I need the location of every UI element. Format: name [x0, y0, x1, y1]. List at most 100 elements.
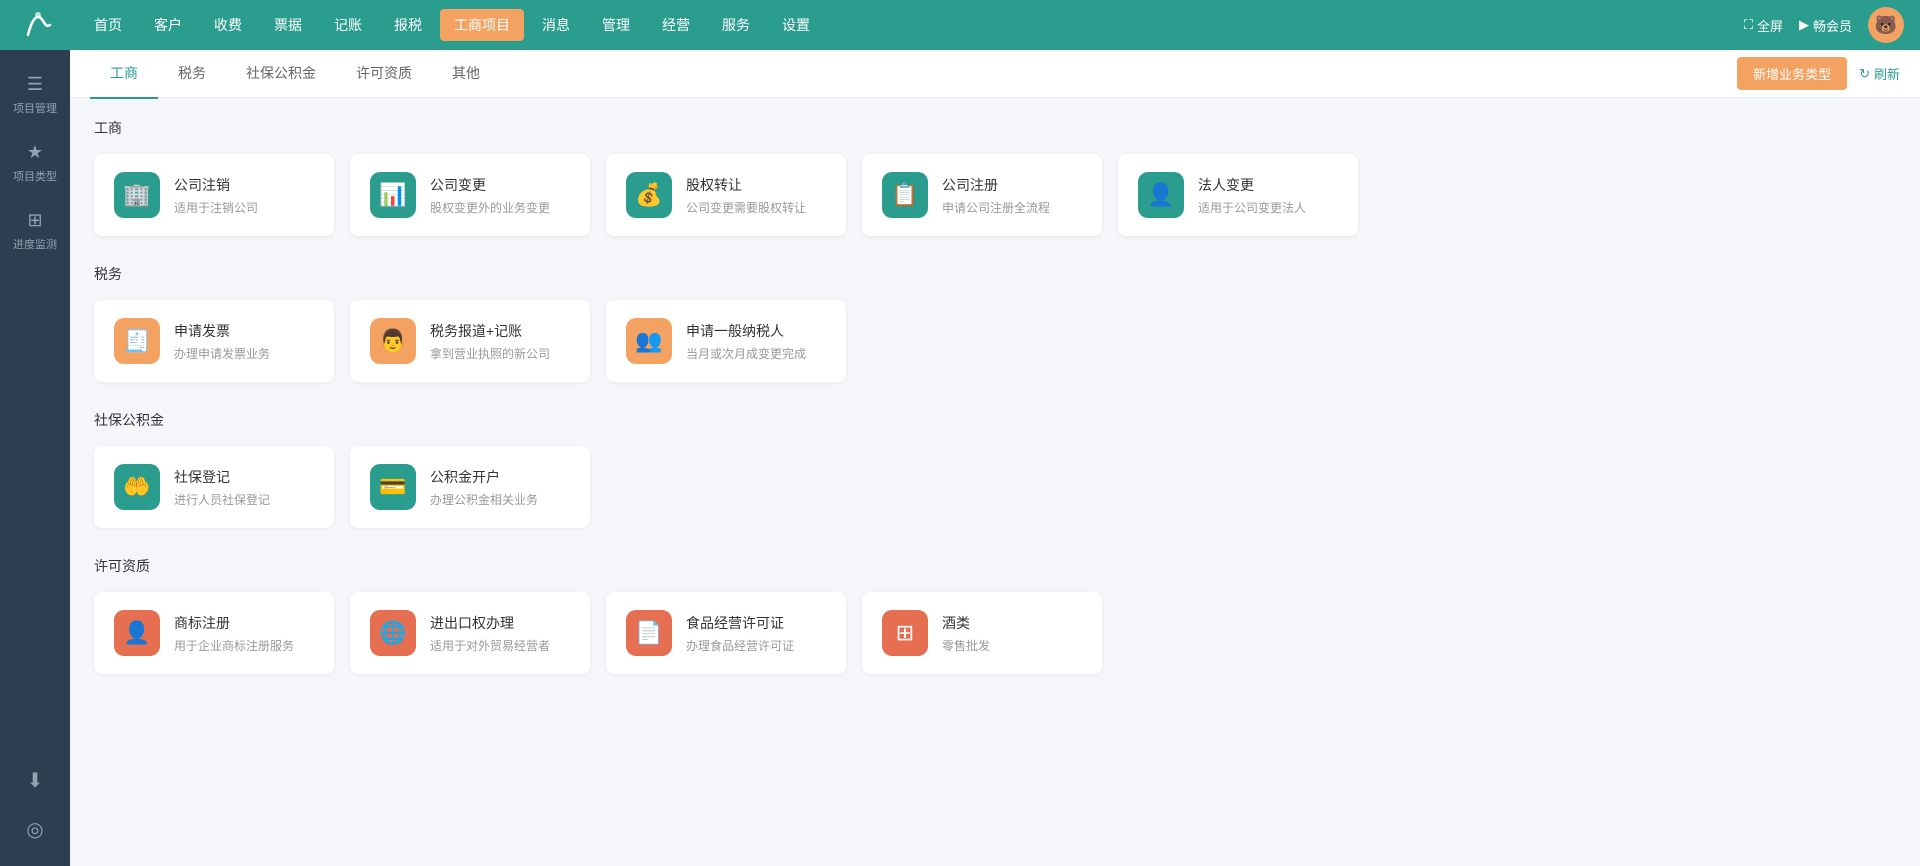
card-title: 社保登记: [174, 467, 270, 487]
section-社保公积金: 社保公积金 🤲 社保登记 进行人员社保登记 💳 公积金开户 办理公积金相关业务: [94, 410, 1896, 528]
nav-item-报税[interactable]: 报税: [380, 9, 436, 41]
card-desc: 办理申请发票业务: [174, 345, 270, 362]
section-title: 税务: [94, 264, 1896, 284]
section-title: 工商: [94, 118, 1896, 138]
business-card-税务报道+记账[interactable]: 👨 税务报道+记账 拿到营业执照的新公司: [350, 300, 590, 382]
card-text: 酒类 零售批发: [942, 613, 990, 654]
card-title: 申请一般纳税人: [686, 321, 806, 341]
nav-item-收费[interactable]: 收费: [200, 9, 256, 41]
card-text: 商标注册 用于企业商标注册服务: [174, 613, 294, 654]
sidebar-item-进度监测[interactable]: ⊞进度监测: [13, 196, 57, 264]
business-card-进出口权办理[interactable]: 🌐 进出口权办理 适用于对外贸易经营者: [350, 592, 590, 674]
nav-item-服务[interactable]: 服务: [708, 9, 764, 41]
card-text: 公积金开户 办理公积金相关业务: [430, 467, 538, 508]
vip-button[interactable]: ▶ 畅会员: [1799, 16, 1852, 35]
card-title: 公司注销: [174, 175, 258, 195]
nav-item-记账[interactable]: 记账: [320, 9, 376, 41]
sidebar-icon: ⊞: [23, 208, 47, 232]
card-icon: ⊞: [882, 610, 928, 656]
business-card-社保登记[interactable]: 🤲 社保登记 进行人员社保登记: [94, 446, 334, 528]
sidebar-menu: ☰项目管理★项目类型⊞进度监测: [13, 60, 57, 264]
add-business-type-button[interactable]: 新增业务类型: [1737, 57, 1847, 90]
tab-工商[interactable]: 工商: [90, 50, 158, 99]
section-title: 许可资质: [94, 556, 1896, 576]
card-text: 公司注册 申请公司注册全流程: [942, 175, 1050, 216]
sidebar-item-项目类型[interactable]: ★项目类型: [13, 128, 57, 196]
card-title: 公司注册: [942, 175, 1050, 195]
card-desc: 申请公司注册全流程: [942, 199, 1050, 216]
scroll-content[interactable]: 工商 🏢 公司注销 适用于注销公司 📊 公司变更 股权变更外的业务变更 💰 股权…: [70, 98, 1920, 866]
card-desc: 股权变更外的业务变更: [430, 199, 550, 216]
business-card-公积金开户[interactable]: 💳 公积金开户 办理公积金相关业务: [350, 446, 590, 528]
nav-item-管理[interactable]: 管理: [588, 9, 644, 41]
card-text: 社保登记 进行人员社保登记: [174, 467, 270, 508]
main-layout: ☰项目管理★项目类型⊞进度监测 ⬇ ◎ 工商税务社保公积金许可资质其他 新增业务…: [0, 50, 1920, 866]
fullscreen-label: 全屏: [1757, 16, 1783, 35]
card-desc: 适用于注销公司: [174, 199, 258, 216]
nav-item-工商项目[interactable]: 工商项目: [440, 9, 524, 41]
refresh-icon: ↻: [1859, 66, 1870, 82]
business-card-公司注销[interactable]: 🏢 公司注销 适用于注销公司: [94, 154, 334, 236]
sidebar-label: 项目类型: [13, 168, 57, 184]
card-title: 公积金开户: [430, 467, 538, 487]
card-icon: 📊: [370, 172, 416, 218]
tabs: 工商税务社保公积金许可资质其他: [90, 50, 500, 99]
card-desc: 零售批发: [942, 637, 990, 654]
business-card-申请发票[interactable]: 🧾 申请发票 办理申请发票业务: [94, 300, 334, 382]
business-card-公司变更[interactable]: 📊 公司变更 股权变更外的业务变更: [350, 154, 590, 236]
top-right-actions: ⛶ 全屏 ▶ 畅会员 🐻: [1744, 7, 1904, 43]
fullscreen-button[interactable]: ⛶ 全屏: [1744, 16, 1783, 35]
card-text: 股权转让 公司变更需要股权转让: [686, 175, 806, 216]
fullscreen-icon: ⛶: [1744, 17, 1753, 33]
section-税务: 税务 🧾 申请发票 办理申请发票业务 👨 税务报道+记账 拿到营业执照的新公司 …: [94, 264, 1896, 382]
business-card-股权转让[interactable]: 💰 股权转让 公司变更需要股权转让: [606, 154, 846, 236]
card-icon: 💳: [370, 464, 416, 510]
card-title: 商标注册: [174, 613, 294, 633]
card-title: 法人变更: [1198, 175, 1306, 195]
business-card-公司注册[interactable]: 📋 公司注册 申请公司注册全流程: [862, 154, 1102, 236]
cards-grid: 🤲 社保登记 进行人员社保登记 💳 公积金开户 办理公积金相关业务: [94, 446, 1896, 528]
card-icon: 🌐: [370, 610, 416, 656]
business-card-酒类[interactable]: ⊞ 酒类 零售批发: [862, 592, 1102, 674]
business-card-申请一般纳税人[interactable]: 👥 申请一般纳税人 当月或次月成变更完成: [606, 300, 846, 382]
tab-bar: 工商税务社保公积金许可资质其他 新增业务类型 ↻ 刷新: [70, 50, 1920, 98]
card-desc: 适用于对外贸易经营者: [430, 637, 550, 654]
card-icon: 🤲: [114, 464, 160, 510]
business-card-食品经营许可证[interactable]: 📄 食品经营许可证 办理食品经营许可证: [606, 592, 846, 674]
card-icon: 📋: [882, 172, 928, 218]
nav-item-消息[interactable]: 消息: [528, 9, 584, 41]
vip-icon: ▶: [1799, 17, 1809, 33]
card-title: 公司变更: [430, 175, 550, 195]
card-text: 申请一般纳税人 当月或次月成变更完成: [686, 321, 806, 362]
card-desc: 适用于公司变更法人: [1198, 199, 1306, 216]
nav-item-票据[interactable]: 票据: [260, 9, 316, 41]
card-text: 进出口权办理 适用于对外贸易经营者: [430, 613, 550, 654]
business-card-法人变更[interactable]: 👤 法人变更 适用于公司变更法人: [1118, 154, 1358, 236]
nav-item-客户[interactable]: 客户: [140, 9, 196, 41]
card-desc: 办理公积金相关业务: [430, 491, 538, 508]
refresh-label: 刷新: [1874, 64, 1900, 83]
tab-税务[interactable]: 税务: [158, 50, 226, 99]
business-card-商标注册[interactable]: 👤 商标注册 用于企业商标注册服务: [94, 592, 334, 674]
content-area: 工商税务社保公积金许可资质其他 新增业务类型 ↻ 刷新 工商 🏢 公司注销 适用…: [70, 50, 1920, 866]
settings-circle-icon-button[interactable]: ◎: [18, 809, 51, 850]
card-icon: 💰: [626, 172, 672, 218]
card-text: 税务报道+记账 拿到营业执照的新公司: [430, 321, 550, 362]
card-icon: 👤: [114, 610, 160, 656]
sidebar: ☰项目管理★项目类型⊞进度监测 ⬇ ◎: [0, 50, 70, 866]
tab-其他[interactable]: 其他: [432, 50, 500, 99]
download-icon-button[interactable]: ⬇: [19, 760, 52, 801]
nav-item-经营[interactable]: 经营: [648, 9, 704, 41]
card-desc: 用于企业商标注册服务: [174, 637, 294, 654]
card-title: 食品经营许可证: [686, 613, 794, 633]
sidebar-label: 项目管理: [13, 100, 57, 116]
card-text: 食品经营许可证 办理食品经营许可证: [686, 613, 794, 654]
tab-社保公积金[interactable]: 社保公积金: [226, 50, 336, 99]
nav-item-设置[interactable]: 设置: [768, 9, 824, 41]
sidebar-item-项目管理[interactable]: ☰项目管理: [13, 60, 57, 128]
nav-item-首页[interactable]: 首页: [80, 9, 136, 41]
refresh-button[interactable]: ↻ 刷新: [1859, 64, 1900, 83]
card-icon: 👥: [626, 318, 672, 364]
cards-grid: 🧾 申请发票 办理申请发票业务 👨 税务报道+记账 拿到营业执照的新公司 👥 申…: [94, 300, 1896, 382]
tab-许可资质[interactable]: 许可资质: [336, 50, 432, 99]
